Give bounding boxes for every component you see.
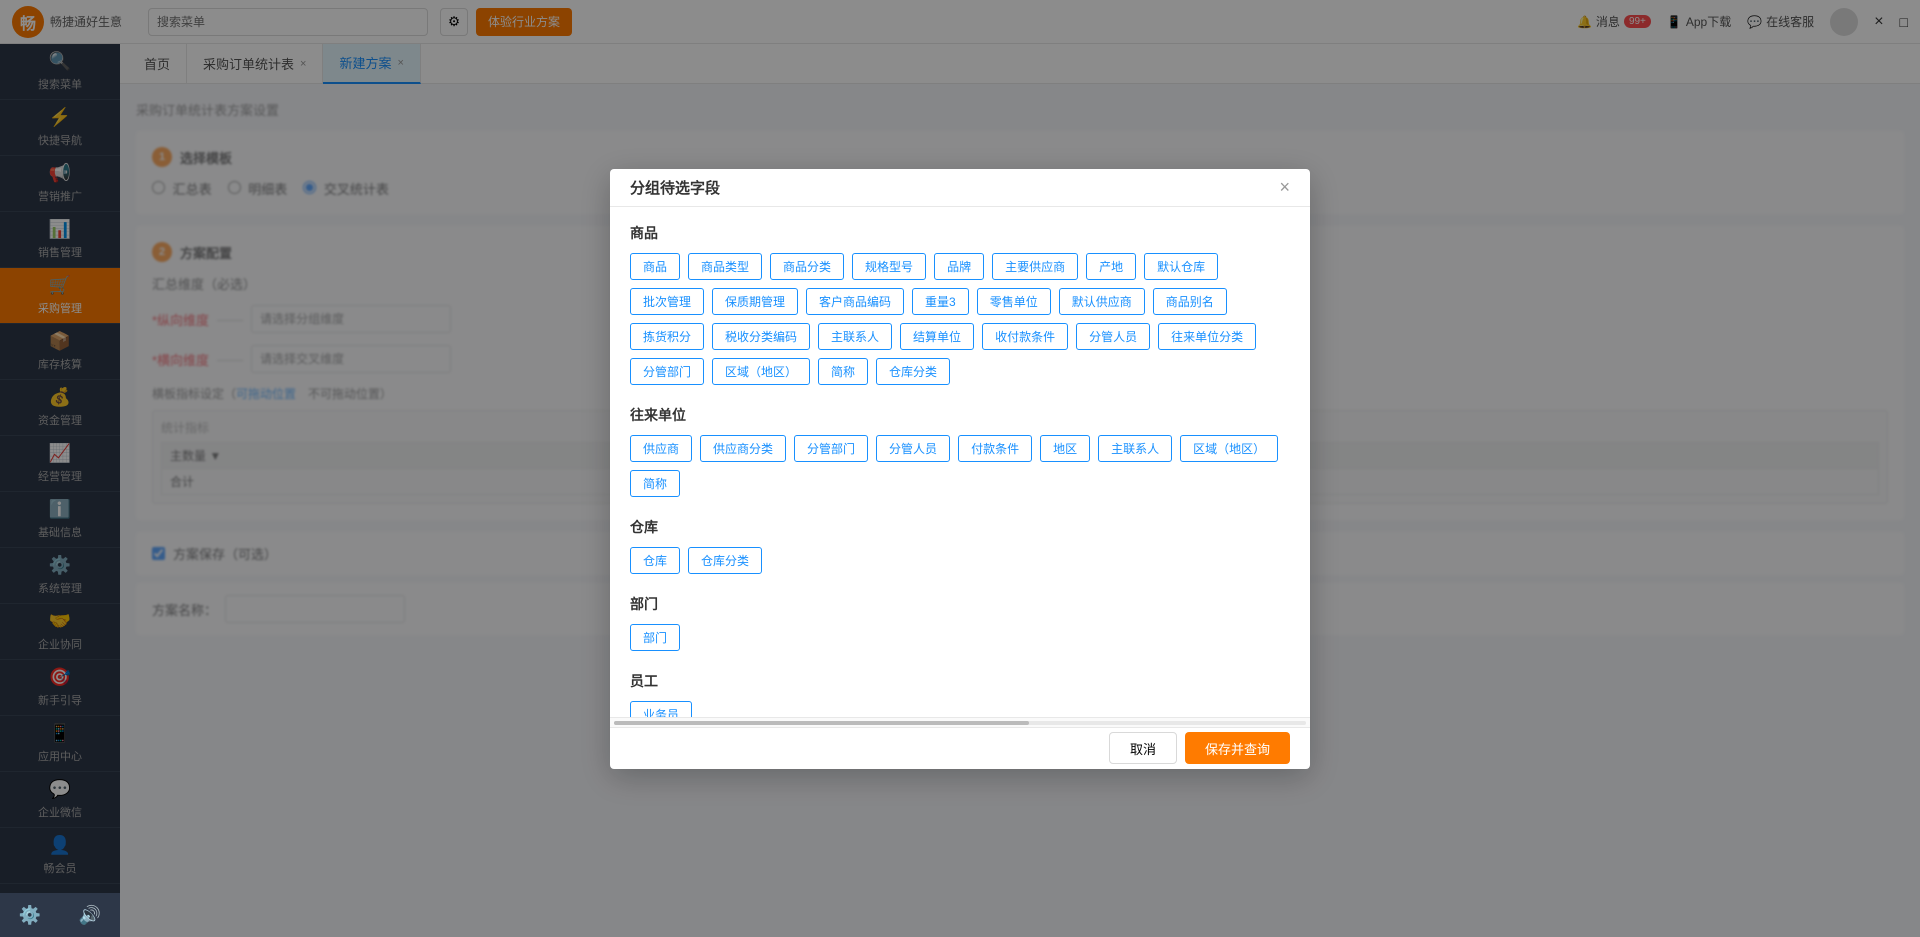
modal-close-button[interactable]: × [1279, 177, 1290, 198]
field-tag-分管人员[interactable]: 分管人员 [876, 435, 950, 462]
field-section-product: 商品商品商品类型商品分类规格型号品牌主要供应商产地默认仓库批次管理保质期管理客户… [630, 223, 1290, 385]
field-section-department: 部门部门 [630, 594, 1290, 651]
field-tag-主要供应商[interactable]: 主要供应商 [992, 253, 1078, 280]
field-tag-默认仓库[interactable]: 默认仓库 [1144, 253, 1218, 280]
modal-header: 分组待选字段 × [610, 169, 1310, 207]
cancel-button[interactable]: 取消 [1109, 732, 1177, 764]
field-tags-warehouse: 仓库仓库分类 [630, 547, 1290, 574]
field-tags-product: 商品商品类型商品分类规格型号品牌主要供应商产地默认仓库批次管理保质期管理客户商品… [630, 253, 1290, 385]
field-tags-department: 部门 [630, 624, 1290, 651]
field-tag-往来单位分类[interactable]: 往来单位分类 [1158, 323, 1256, 350]
field-tag-简称[interactable]: 简称 [818, 358, 868, 385]
modal-overlay: 分组待选字段 × 商品商品商品类型商品分类规格型号品牌主要供应商产地默认仓库批次… [0, 0, 1920, 937]
section-title-department: 部门 [630, 594, 1290, 614]
field-tag-供应商分类[interactable]: 供应商分类 [700, 435, 786, 462]
section-title-warehouse: 仓库 [630, 517, 1290, 537]
field-tags-employee: 业务员 [630, 701, 1290, 717]
field-tag-商品别名[interactable]: 商品别名 [1153, 288, 1227, 315]
section-title-employee: 员工 [630, 671, 1290, 691]
field-tags-partner: 供应商供应商分类分管部门分管人员付款条件地区主联系人区域（地区） 简称 [630, 435, 1290, 497]
field-tag-重量3[interactable]: 重量3 [912, 288, 969, 315]
bottom-bar: ⚙️ 🔊 [0, 893, 120, 937]
field-tag-产地[interactable]: 产地 [1086, 253, 1136, 280]
modal-body[interactable]: 商品商品商品类型商品分类规格型号品牌主要供应商产地默认仓库批次管理保质期管理客户… [610, 207, 1310, 717]
field-tag-仓库分类[interactable]: 仓库分类 [876, 358, 950, 385]
field-tag-商品分类[interactable]: 商品分类 [770, 253, 844, 280]
field-tag-客户商品编码[interactable]: 客户商品编码 [806, 288, 904, 315]
field-tag-区域（地区）[interactable]: 区域（地区） [712, 358, 810, 385]
field-tag-业务员[interactable]: 业务员 [630, 701, 692, 717]
bottom-settings-icon[interactable]: ⚙️ [19, 905, 41, 926]
section-title-product: 商品 [630, 223, 1290, 243]
field-tag-拣货积分[interactable]: 拣货积分 [630, 323, 704, 350]
field-tag-简称[interactable]: 简称 [630, 470, 680, 497]
modal-title: 分组待选字段 [630, 177, 720, 198]
field-tag-品牌[interactable]: 品牌 [934, 253, 984, 280]
modal-hscroll[interactable] [610, 717, 1310, 727]
field-section-warehouse: 仓库仓库仓库分类 [630, 517, 1290, 574]
field-tag-商品类型[interactable]: 商品类型 [688, 253, 762, 280]
section-title-partner: 往来单位 [630, 405, 1290, 425]
field-tag-地区[interactable]: 地区 [1040, 435, 1090, 462]
bottom-audio-icon[interactable]: 🔊 [79, 905, 101, 926]
modal-footer: 取消 保存并查询 [610, 727, 1310, 769]
field-tag-主联系人[interactable]: 主联系人 [818, 323, 892, 350]
field-section-partner: 往来单位供应商供应商分类分管部门分管人员付款条件地区主联系人区域（地区） 简称 [630, 405, 1290, 497]
field-tag-部门[interactable]: 部门 [630, 624, 680, 651]
field-tag-保质期管理[interactable]: 保质期管理 [712, 288, 798, 315]
field-tag-区域（地区）[interactable]: 区域（地区） [1180, 435, 1278, 462]
field-tag-收付款条件[interactable]: 收付款条件 [982, 323, 1068, 350]
field-section-employee: 员工业务员 [630, 671, 1290, 717]
field-tag-付款条件[interactable]: 付款条件 [958, 435, 1032, 462]
field-tag-仓库[interactable]: 仓库 [630, 547, 680, 574]
field-tag-主联系人[interactable]: 主联系人 [1098, 435, 1172, 462]
field-tag-批次管理[interactable]: 批次管理 [630, 288, 704, 315]
field-tag-分管部门[interactable]: 分管部门 [794, 435, 868, 462]
field-select-modal: 分组待选字段 × 商品商品商品类型商品分类规格型号品牌主要供应商产地默认仓库批次… [610, 169, 1310, 769]
field-tag-供应商[interactable]: 供应商 [630, 435, 692, 462]
field-tag-分管部门[interactable]: 分管部门 [630, 358, 704, 385]
field-tag-结算单位[interactable]: 结算单位 [900, 323, 974, 350]
field-tag-默认供应商[interactable]: 默认供应商 [1059, 288, 1145, 315]
field-tag-零售单位[interactable]: 零售单位 [977, 288, 1051, 315]
field-tag-商品[interactable]: 商品 [630, 253, 680, 280]
field-tag-分管人员[interactable]: 分管人员 [1076, 323, 1150, 350]
field-tag-仓库分类[interactable]: 仓库分类 [688, 547, 762, 574]
save-query-button[interactable]: 保存并查询 [1185, 732, 1290, 764]
field-tag-规格型号[interactable]: 规格型号 [852, 253, 926, 280]
field-tag-税收分类编码[interactable]: 税收分类编码 [712, 323, 810, 350]
